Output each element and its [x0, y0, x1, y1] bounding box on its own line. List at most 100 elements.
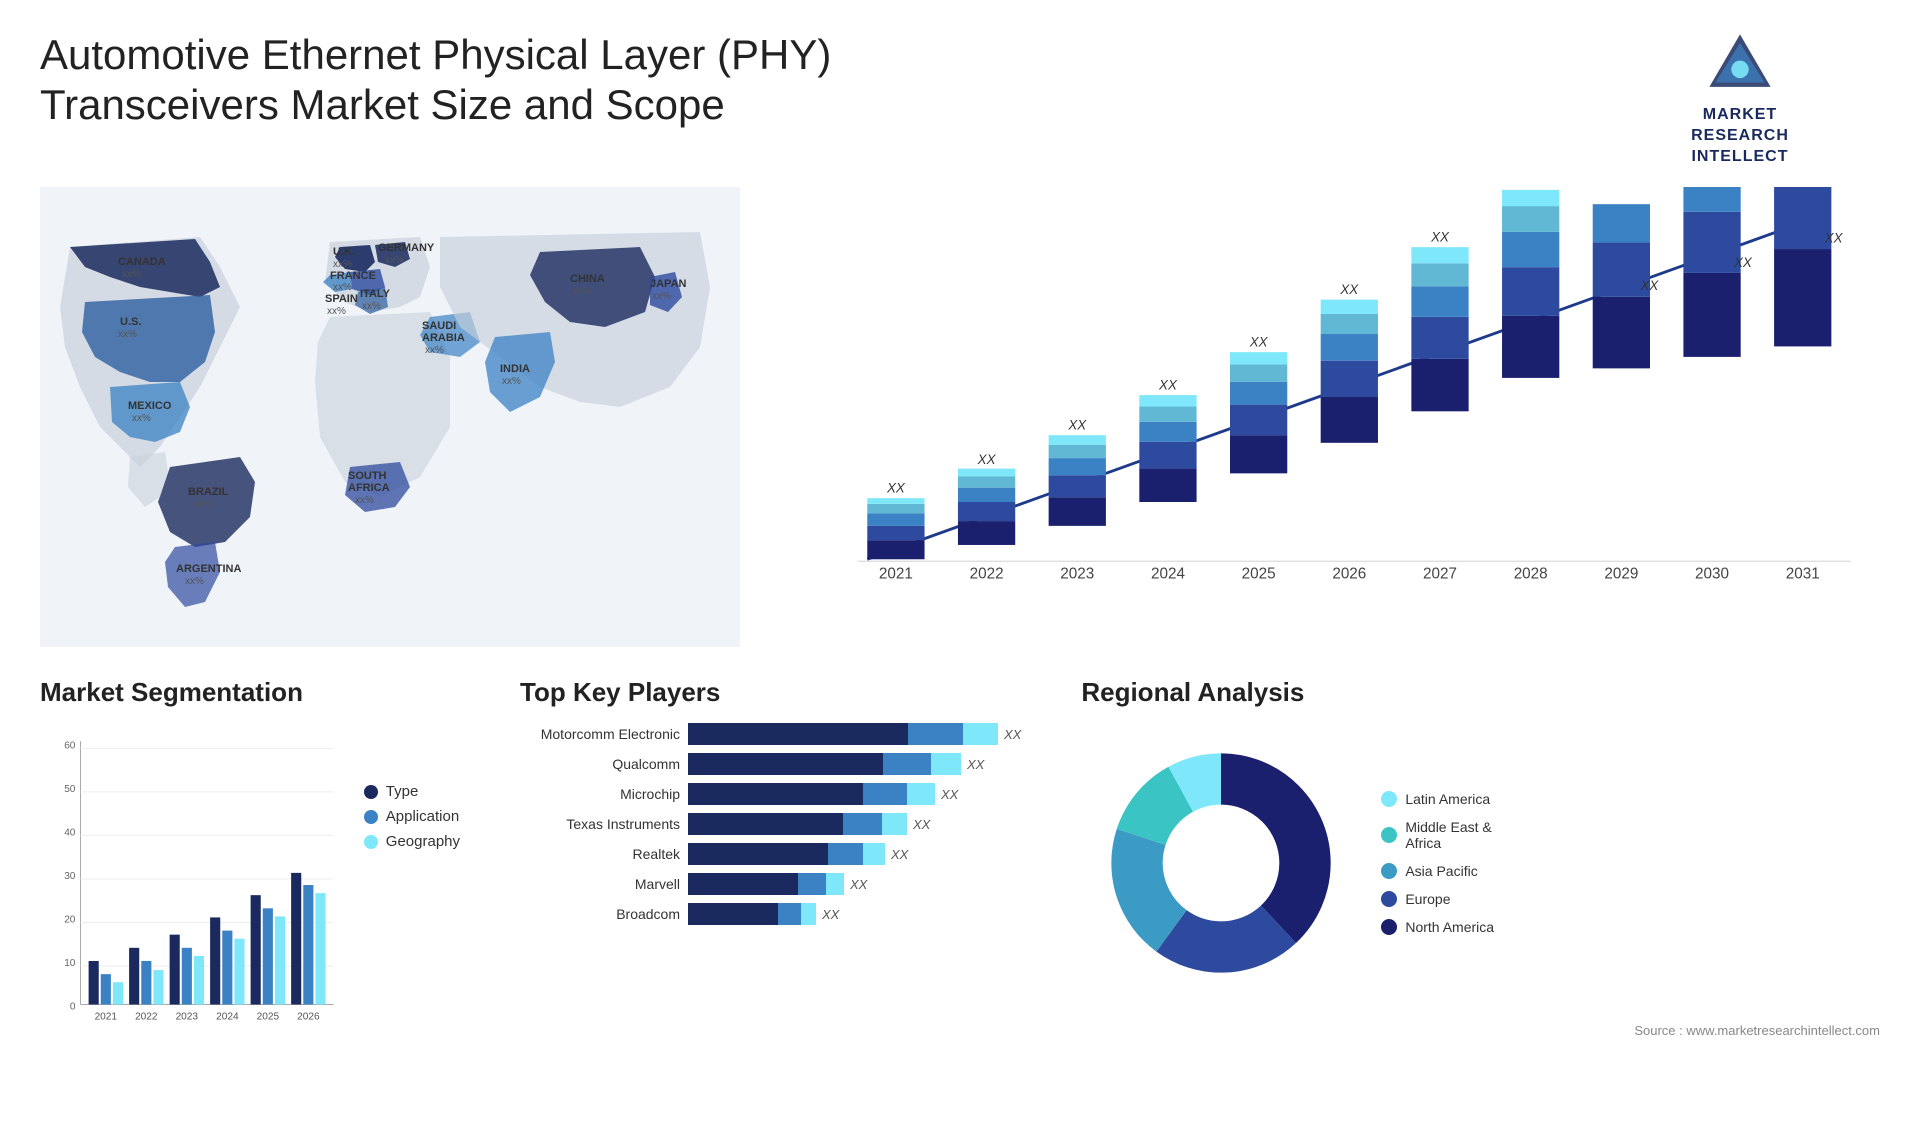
player-microchip-name: Microchip [520, 786, 680, 802]
legend-geography-label: Geography [386, 833, 460, 850]
brazil-label: BRAZIL [188, 486, 229, 498]
player-microchip-bar: XX [688, 783, 958, 805]
svg-text:2027: 2027 [1423, 566, 1457, 583]
italy-value: xx% [362, 301, 381, 312]
player-texas-bar-visual [688, 813, 907, 835]
segmentation-chart: 0 10 20 30 40 50 60 [40, 723, 344, 1043]
svg-text:XX: XX [1430, 230, 1450, 245]
regional-label-europe: Europe [1405, 891, 1450, 907]
svg-text:2025: 2025 [257, 1012, 280, 1023]
mexico-label: MEXICO [128, 400, 172, 412]
page-title: Automotive Ethernet Physical Layer (PHY)… [40, 30, 940, 131]
svg-text:20: 20 [64, 915, 76, 926]
svg-text:2024: 2024 [1151, 566, 1185, 583]
regional-legend-apac: Asia Pacific [1381, 863, 1494, 879]
player-microchip-value: XX [941, 787, 958, 802]
regional-legend-europe: Europe [1381, 891, 1494, 907]
player-motorcomm-name: Motorcomm Electronic [520, 726, 680, 742]
germany-value: xx% [385, 255, 404, 266]
spain-value: xx% [327, 306, 346, 317]
player-broadcom-bar-visual [688, 903, 816, 925]
legend-application: Application [364, 808, 460, 825]
svg-text:XX: XX [1733, 256, 1753, 271]
players-container: Top Key Players Motorcomm Electronic XX [480, 677, 1021, 1057]
svg-text:10: 10 [64, 958, 76, 969]
bottom-section: Market Segmentation 0 10 20 30 40 50 60 [40, 677, 1880, 1057]
svg-text:2023: 2023 [1060, 566, 1094, 583]
canada-value: xx% [122, 269, 141, 280]
player-broadcom-name: Broadcom [520, 906, 680, 922]
southafrica-label2: AFRICA [348, 482, 390, 494]
mexico-value: xx% [132, 413, 151, 424]
regional-container: Regional Analysis [1041, 677, 1880, 1057]
logo-icon [1705, 30, 1775, 100]
players-title: Top Key Players [520, 677, 1021, 708]
svg-text:XX: XX [1521, 187, 1541, 190]
player-microchip-bar-visual [688, 783, 935, 805]
svg-text:2023: 2023 [176, 1012, 199, 1023]
argentina-value: xx% [185, 576, 204, 587]
svg-text:XX: XX [977, 452, 997, 467]
brazil-value: xx% [192, 499, 211, 510]
svg-text:XX: XX [1639, 278, 1659, 293]
regional-legend-mea: Middle East &Africa [1381, 819, 1494, 851]
legend-type-label: Type [386, 783, 419, 800]
player-realtek-bar: XX [688, 843, 908, 865]
regional-legend-latin: Latin America [1381, 791, 1494, 807]
regional-dot-northam [1381, 919, 1397, 935]
logo-text: MARKET RESEARCH INTELLECT [1691, 105, 1789, 167]
regional-label-mea: Middle East &Africa [1405, 819, 1491, 851]
france-label: FRANCE [330, 270, 376, 282]
player-texas-value: XX [913, 817, 930, 832]
player-marvell: Marvell XX [520, 873, 1021, 895]
player-texas-name: Texas Instruments [520, 816, 680, 832]
regional-dot-apac [1381, 863, 1397, 879]
svg-text:2021: 2021 [879, 566, 913, 583]
player-motorcomm: Motorcomm Electronic XX [520, 723, 1021, 745]
svg-text:40: 40 [64, 828, 76, 839]
svg-text:0: 0 [70, 1002, 76, 1013]
saudi-value: xx% [425, 345, 444, 356]
player-qualcomm: Qualcomm XX [520, 753, 1021, 775]
svg-text:50: 50 [64, 784, 76, 795]
player-marvell-bar-visual [688, 873, 844, 895]
svg-text:XX: XX [1339, 282, 1359, 297]
player-motorcomm-value: XX [1004, 727, 1021, 742]
player-broadcom-value: XX [822, 907, 839, 922]
legend-application-dot [364, 810, 378, 824]
japan-label: JAPAN [650, 278, 687, 290]
svg-text:2021: 2021 [95, 1012, 118, 1023]
svg-text:2030: 2030 [1695, 566, 1729, 583]
svg-text:60: 60 [64, 741, 76, 752]
regional-title: Regional Analysis [1081, 677, 1880, 708]
svg-text:2028: 2028 [1514, 566, 1548, 583]
canada-label: CANADA [118, 256, 166, 268]
top-section: CANADA xx% U.S. xx% MEXICO xx% BRAZIL xx… [40, 187, 1880, 647]
japan-value: xx% [652, 291, 671, 302]
player-broadcom-bar: XX [688, 903, 839, 925]
regional-dot-mea [1381, 827, 1397, 843]
svg-text:2026: 2026 [297, 1012, 320, 1023]
map-container: CANADA xx% U.S. xx% MEXICO xx% BRAZIL xx… [40, 187, 740, 647]
france-value: xx% [333, 282, 352, 293]
player-marvell-bar: XX [688, 873, 867, 895]
regional-content: Latin America Middle East &Africa Asia P… [1081, 723, 1880, 1003]
regional-label-latin: Latin America [1405, 791, 1490, 807]
svg-text:XX: XX [1158, 378, 1178, 393]
player-realtek: Realtek XX [520, 843, 1021, 865]
us-label: U.S. [120, 316, 141, 328]
regional-legend: Latin America Middle East &Africa Asia P… [1381, 791, 1494, 935]
uk-label: U.K. [333, 246, 355, 258]
svg-text:30: 30 [64, 871, 76, 882]
legend-type-dot [364, 785, 378, 799]
saudi-label: SAUDI [422, 320, 456, 332]
svg-text:2031: 2031 [1786, 566, 1820, 583]
bar-chart-svg: 2021 XX 2022 XX 2023 XX [790, 187, 1880, 607]
germany-label: GERMANY [378, 242, 435, 254]
logo-container: MARKET RESEARCH INTELLECT [1600, 30, 1880, 167]
svg-text:2022: 2022 [970, 566, 1004, 583]
player-marvell-value: XX [850, 877, 867, 892]
player-qualcomm-bar: XX [688, 753, 984, 775]
regional-label-apac: Asia Pacific [1405, 863, 1477, 879]
svg-text:2026: 2026 [1332, 566, 1366, 583]
